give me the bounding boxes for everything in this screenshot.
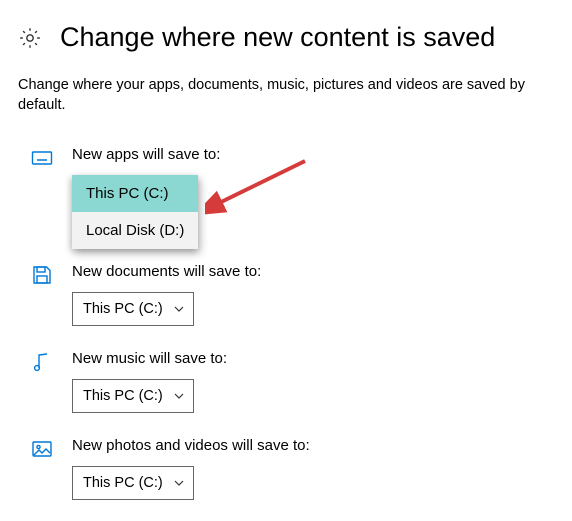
documents-combo[interactable]: This PC (C:) bbox=[72, 292, 194, 326]
gear-icon bbox=[18, 26, 42, 50]
section-music: New music will save to: This PC (C:) bbox=[0, 326, 572, 413]
photos-combo-value: This PC (C:) bbox=[83, 475, 163, 491]
page-subtitle: Change where your apps, documents, music… bbox=[0, 63, 572, 122]
apps-dropdown-panel[interactable]: This PC (C:) Local Disk (D:) bbox=[72, 175, 198, 249]
section-label-music: New music will save to: bbox=[72, 350, 554, 367]
section-label-photos: New photos and videos will save to: bbox=[72, 437, 554, 454]
photos-combo[interactable]: This PC (C:) bbox=[72, 466, 194, 500]
music-combo[interactable]: This PC (C:) bbox=[72, 379, 194, 413]
chevron-down-icon bbox=[173, 477, 185, 489]
page-title: Change where new content is saved bbox=[60, 22, 495, 53]
section-documents: New documents will save to: This PC (C:) bbox=[0, 249, 572, 326]
section-label-apps: New apps will save to: bbox=[72, 146, 554, 163]
documents-combo-value: This PC (C:) bbox=[83, 301, 163, 317]
picture-icon bbox=[30, 437, 54, 461]
section-apps: New apps will save to: This PC (C:) Loca… bbox=[0, 122, 572, 249]
keyboard-icon bbox=[30, 146, 54, 170]
apps-dropdown-option-d[interactable]: Local Disk (D:) bbox=[72, 212, 198, 249]
apps-dropdown-option-c[interactable]: This PC (C:) bbox=[72, 175, 198, 212]
chevron-down-icon bbox=[173, 303, 185, 315]
chevron-down-icon bbox=[173, 390, 185, 402]
save-icon bbox=[30, 263, 54, 287]
music-combo-value: This PC (C:) bbox=[83, 388, 163, 404]
section-label-documents: New documents will save to: bbox=[72, 263, 554, 280]
section-photos: New photos and videos will save to: This… bbox=[0, 413, 572, 500]
music-note-icon bbox=[30, 350, 54, 374]
page-header: Change where new content is saved bbox=[0, 0, 572, 63]
